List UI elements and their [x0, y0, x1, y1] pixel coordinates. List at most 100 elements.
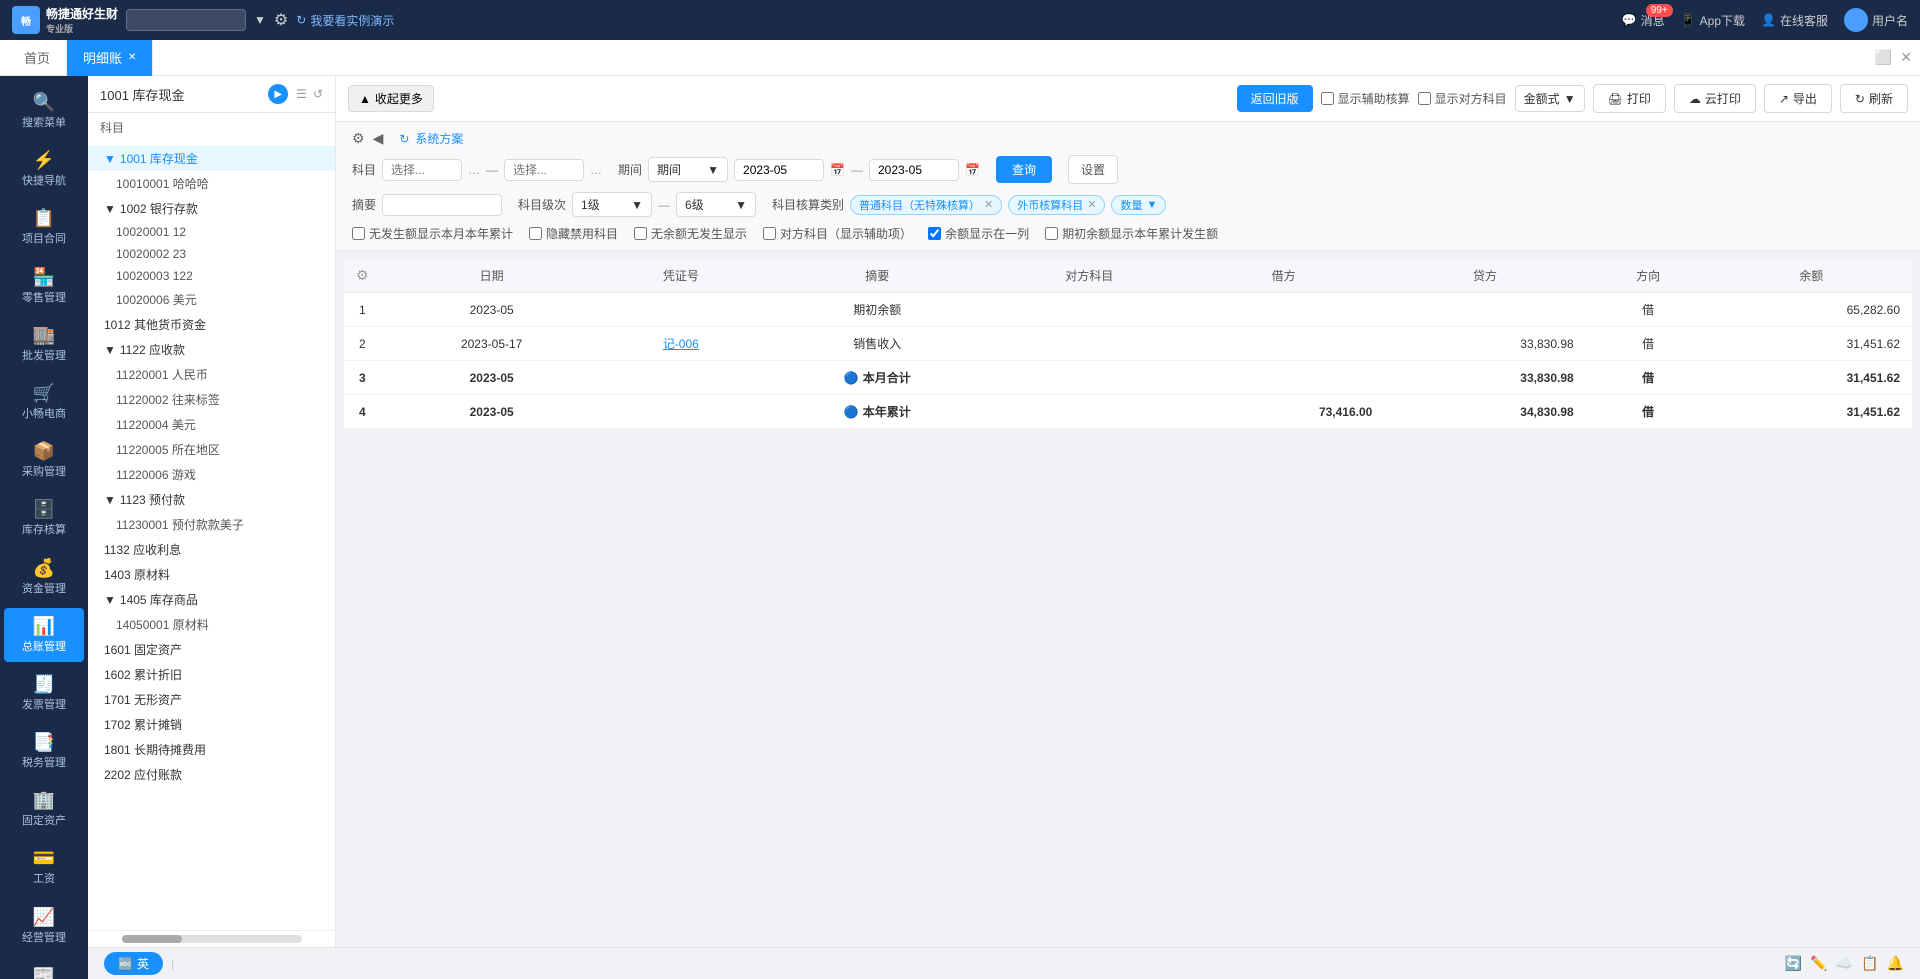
tab-maximize-btn[interactable]: ⬜ [1875, 49, 1892, 66]
sidebar-item-inventory[interactable]: 🗄️ 库存核算 [4, 491, 84, 545]
settings-btn[interactable]: ⚙ [274, 10, 288, 30]
filter-collapse-btn[interactable]: ◀ [373, 130, 384, 147]
period-calendar-icon[interactable]: 📅 [830, 163, 845, 177]
sidebar-item-retail[interactable]: 🏪 零售管理 [4, 259, 84, 313]
type-tag2[interactable]: 外币核算科目 ✕ [1008, 195, 1105, 215]
tree-node-1801[interactable]: 1801 长期待摊费用 [88, 737, 335, 762]
check-balance-one-col[interactable]: 余额显示在一列 [928, 225, 1029, 242]
show-aux-calc-check[interactable]: 显示辅助核算 [1321, 90, 1410, 107]
online-service-btn[interactable]: 👤 在线客服 [1761, 12, 1828, 29]
scheme-refresh-icon[interactable]: ↻ [399, 132, 409, 146]
sidebar-item-quick-nav[interactable]: ⚡ 快捷导航 [4, 142, 84, 196]
tree-node-1405[interactable]: ▼ 1405 库存商品 [88, 587, 335, 612]
sidebar-item-fixed-assets[interactable]: 🏢 固定资产 [4, 782, 84, 836]
bottom-icon-3[interactable]: ☁️ [1836, 955, 1853, 972]
bottom-icon-5[interactable]: 🔔 [1887, 955, 1904, 972]
sidebar-item-tax[interactable]: 📑 税务管理 [4, 724, 84, 778]
type-tag1[interactable]: 普通科目（无特殊核算） ✕ [850, 195, 1002, 215]
bottom-icon-2[interactable]: ✏️ [1810, 955, 1827, 972]
tree-node-1701[interactable]: 1701 无形资产 [88, 687, 335, 712]
app-download-btn[interactable]: 📱 App下载 [1681, 12, 1745, 29]
check-hide-disabled[interactable]: 隐藏禁用科目 [529, 225, 618, 242]
sidebar-item-capital[interactable]: 💰 资金管理 [4, 550, 84, 604]
tree-node-11230001[interactable]: 11230001 预付款款美子 [88, 512, 335, 537]
tree-node-11220002[interactable]: 11220002 往来标签 [88, 387, 335, 412]
check-no-amount[interactable]: 无发生额显示本月本年累计 [352, 225, 513, 242]
sidebar-item-invoice[interactable]: 🧾 发票管理 [4, 666, 84, 720]
tab-home[interactable]: 首页 [8, 40, 67, 76]
tree-scrollbar[interactable] [122, 935, 302, 943]
tree-node-1002[interactable]: ▼ 1002 银行存款 [88, 196, 335, 221]
tree-node-10020003[interactable]: 10020003 122 [88, 265, 335, 287]
tree-node-10020002[interactable]: 10020002 23 [88, 243, 335, 265]
tree-scrollbar-thumb[interactable] [122, 935, 182, 943]
tree-node-14050001[interactable]: 14050001 原材料 [88, 612, 335, 637]
period-calendar-end-icon[interactable]: 📅 [965, 163, 980, 177]
bottom-icon-4[interactable]: 📋 [1861, 955, 1878, 972]
bottom-icon-1[interactable]: 🔄 [1785, 955, 1802, 972]
return-old-btn[interactable]: 返回旧版 [1237, 85, 1313, 112]
type-tag3[interactable]: 数量 ▼ [1111, 195, 1166, 215]
user-avatar[interactable]: 用户名 [1844, 8, 1908, 32]
period-end-input[interactable] [869, 159, 959, 181]
translate-btn[interactable]: 🔤 英 [104, 952, 163, 975]
top-search-input[interactable] [126, 9, 246, 31]
tree-node-1403[interactable]: 1403 原材料 [88, 562, 335, 587]
sidebar-item-search[interactable]: 🔍 搜索菜单 [4, 84, 84, 138]
tree-node-1702[interactable]: 1702 累计摊销 [88, 712, 335, 737]
type-tag1-close[interactable]: ✕ [984, 198, 993, 211]
check-contra[interactable]: 对方科目（显示辅助项） [763, 225, 912, 242]
tree-node-1602[interactable]: 1602 累计折旧 [88, 662, 335, 687]
tree-list-icon[interactable]: ☰ [296, 87, 307, 101]
period-mode-select[interactable]: 期间 ▼ [648, 157, 728, 182]
tree-node-11220006[interactable]: 11220006 游戏 [88, 462, 335, 487]
tree-node-10020006[interactable]: 10020006 美元 [88, 287, 335, 312]
tree-node-11220005[interactable]: 11220005 所在地区 [88, 437, 335, 462]
tab-detail[interactable]: 明细账 ✕ [67, 40, 153, 76]
sidebar-item-ecommerce[interactable]: 🛒 小畅电商 [4, 375, 84, 429]
level-end-select[interactable]: 6级 ▼ [676, 192, 756, 217]
table-settings-icon[interactable]: ⚙ [356, 267, 369, 283]
sidebar-item-wholesale[interactable]: 🏬 批发管理 [4, 317, 84, 371]
subject-input2[interactable] [504, 159, 584, 181]
tree-node-10020001[interactable]: 10020001 12 [88, 221, 335, 243]
export-btn[interactable]: ↗ 导出 [1764, 84, 1832, 113]
type-tag2-close[interactable]: ✕ [1087, 198, 1096, 211]
tab-detail-close[interactable]: ✕ [128, 52, 136, 63]
print-btn[interactable]: 🖨 打印 [1593, 84, 1666, 113]
summary-input[interactable] [382, 194, 502, 216]
tab-close-all-btn[interactable]: ✕ [1900, 49, 1912, 66]
tree-node-1132[interactable]: 1132 应收利息 [88, 537, 335, 562]
tree-node-2202[interactable]: 2202 应付账款 [88, 762, 335, 787]
subject-input1[interactable] [382, 159, 462, 181]
tree-nav-btn[interactable]: ▶ [268, 84, 288, 104]
demo-link[interactable]: ↻ 我要看实例演示 [296, 12, 394, 29]
amount-format-dropdown[interactable]: 金额式 ▼ [1515, 85, 1585, 112]
tree-refresh-icon[interactable]: ↺ [313, 87, 323, 101]
scheme-label[interactable]: 系统方案 [415, 130, 463, 147]
level-start-select[interactable]: 1级 ▼ [572, 192, 652, 217]
tree-node-1122[interactable]: ▼ 1122 应收款 [88, 337, 335, 362]
query-btn[interactable]: 查询 [996, 156, 1052, 183]
tree-node-11220004[interactable]: 11220004 美元 [88, 412, 335, 437]
tree-node-1123[interactable]: ▼ 1123 预付款 [88, 487, 335, 512]
tree-node-1001[interactable]: ▼ 1001 库存现金 [88, 146, 335, 171]
row2-voucher[interactable]: 记-006 [603, 327, 759, 361]
set-btn[interactable]: 设置 [1068, 155, 1118, 184]
tree-node-1601[interactable]: 1601 固定资产 [88, 637, 335, 662]
sidebar-item-payroll[interactable]: 💳 工资 [4, 840, 84, 894]
show-contra-subject-check[interactable]: 显示对方科目 [1418, 90, 1507, 107]
sidebar-item-report[interactable]: 📰 小畅报销 [4, 957, 84, 979]
tree-node-11220001[interactable]: 11220001 人民币 [88, 362, 335, 387]
check-initial-balance[interactable]: 期初余额显示本年累计发生额 [1045, 225, 1218, 242]
tree-node-10010001[interactable]: 10010001 哈哈哈 [88, 171, 335, 196]
expand-more-btn[interactable]: ▲ 收起更多 [348, 85, 434, 112]
sidebar-item-operations[interactable]: 📈 经营管理 [4, 899, 84, 953]
sidebar-item-project[interactable]: 📋 项目合同 [4, 200, 84, 254]
filter-settings-btn[interactable]: ⚙ [352, 130, 365, 147]
cloud-print-btn[interactable]: ☁ 云打印 [1674, 84, 1756, 113]
refresh-btn[interactable]: ↻ 刷新 [1840, 84, 1908, 113]
check-no-balance[interactable]: 无余额无发生显示 [634, 225, 747, 242]
sidebar-item-accounting[interactable]: 📊 总账管理 [4, 608, 84, 662]
period-start-input[interactable] [734, 159, 824, 181]
